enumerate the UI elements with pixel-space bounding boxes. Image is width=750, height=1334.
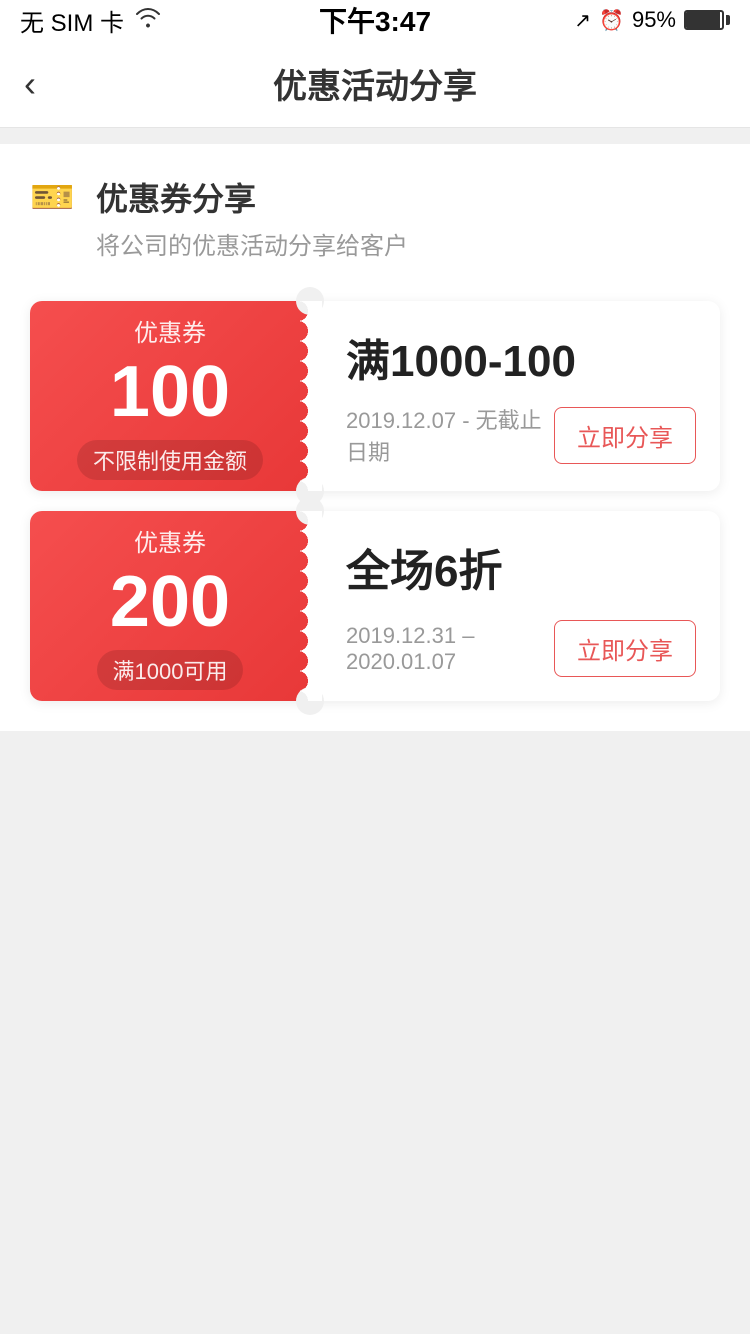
battery-icon xyxy=(684,10,730,30)
coupon-amount-1: 100 xyxy=(110,356,230,428)
coupon-label-1: 优惠券 xyxy=(134,313,206,348)
coupon-notch-top-2 xyxy=(296,497,324,525)
share-button-2[interactable]: 立即分享 xyxy=(554,620,696,677)
coupon-card-2: 优惠券 200 满1000可用 全场6折 2019.12.31 – 2020.0… xyxy=(30,511,720,701)
coupon-footer-1: 2019.12.07 - 无截止日期 立即分享 xyxy=(346,403,696,467)
page-title: 优惠活动分享 xyxy=(273,59,477,108)
share-button-1[interactable]: 立即分享 xyxy=(554,407,696,464)
nav-bar: ‹ 优惠活动分享 xyxy=(0,40,750,128)
coupon-share-icon: 🎫 xyxy=(30,176,80,226)
coupon-left-2: 优惠券 200 满1000可用 xyxy=(30,511,310,701)
status-bar: 无 SIM 卡 下午3:47 ↗ ⏰ 95% xyxy=(0,0,750,40)
coupon-title-1: 满1000-100 xyxy=(346,325,696,389)
carrier-text: 无 SIM 卡 xyxy=(20,3,124,38)
coupon-condition-1: 不限制使用金额 xyxy=(77,440,263,480)
section-text: 优惠券分享 将公司的优惠活动分享给客户 xyxy=(96,174,408,261)
coupon-date-1: 2019.12.07 - 无截止日期 xyxy=(346,403,554,467)
coupon-notch-bottom-2 xyxy=(296,687,324,715)
section-title: 优惠券分享 xyxy=(96,174,408,220)
section-subtitle: 将公司的优惠活动分享给客户 xyxy=(96,226,408,261)
alarm-icon: ⏰ xyxy=(599,8,624,33)
coupon-right-1: 满1000-100 2019.12.07 - 无截止日期 立即分享 xyxy=(310,301,720,491)
coupons-container: 优惠券 100 不限制使用金额 满1000-100 2019.12.07 - 无… xyxy=(0,281,750,731)
coupon-notch-top-1 xyxy=(296,287,324,315)
coupon-label-2: 优惠券 xyxy=(134,523,206,558)
coupon-date-2: 2019.12.31 – 2020.01.07 xyxy=(346,623,554,675)
battery-text: 95% xyxy=(632,7,676,33)
section-header: 🎫 优惠券分享 将公司的优惠活动分享给客户 xyxy=(0,144,750,281)
back-button[interactable]: ‹ xyxy=(24,63,36,105)
coupon-left-1: 优惠券 100 不限制使用金额 xyxy=(30,301,310,491)
status-time: 下午3:47 xyxy=(319,0,431,40)
coupon-amount-2: 200 xyxy=(110,566,230,638)
coupon-footer-2: 2019.12.31 – 2020.01.07 立即分享 xyxy=(346,620,696,677)
location-icon: ↗ xyxy=(574,8,591,33)
status-right: ↗ ⏰ 95% xyxy=(574,7,730,33)
coupon-right-2: 全场6折 2019.12.31 – 2020.01.07 立即分享 xyxy=(310,511,720,701)
coupon-condition-2: 满1000可用 xyxy=(97,650,244,690)
status-left: 无 SIM 卡 xyxy=(20,3,162,38)
wifi-icon xyxy=(134,6,162,35)
empty-background xyxy=(0,731,750,1231)
coupon-card-1: 优惠券 100 不限制使用金额 满1000-100 2019.12.07 - 无… xyxy=(30,301,720,491)
coupon-title-2: 全场6折 xyxy=(346,535,696,599)
